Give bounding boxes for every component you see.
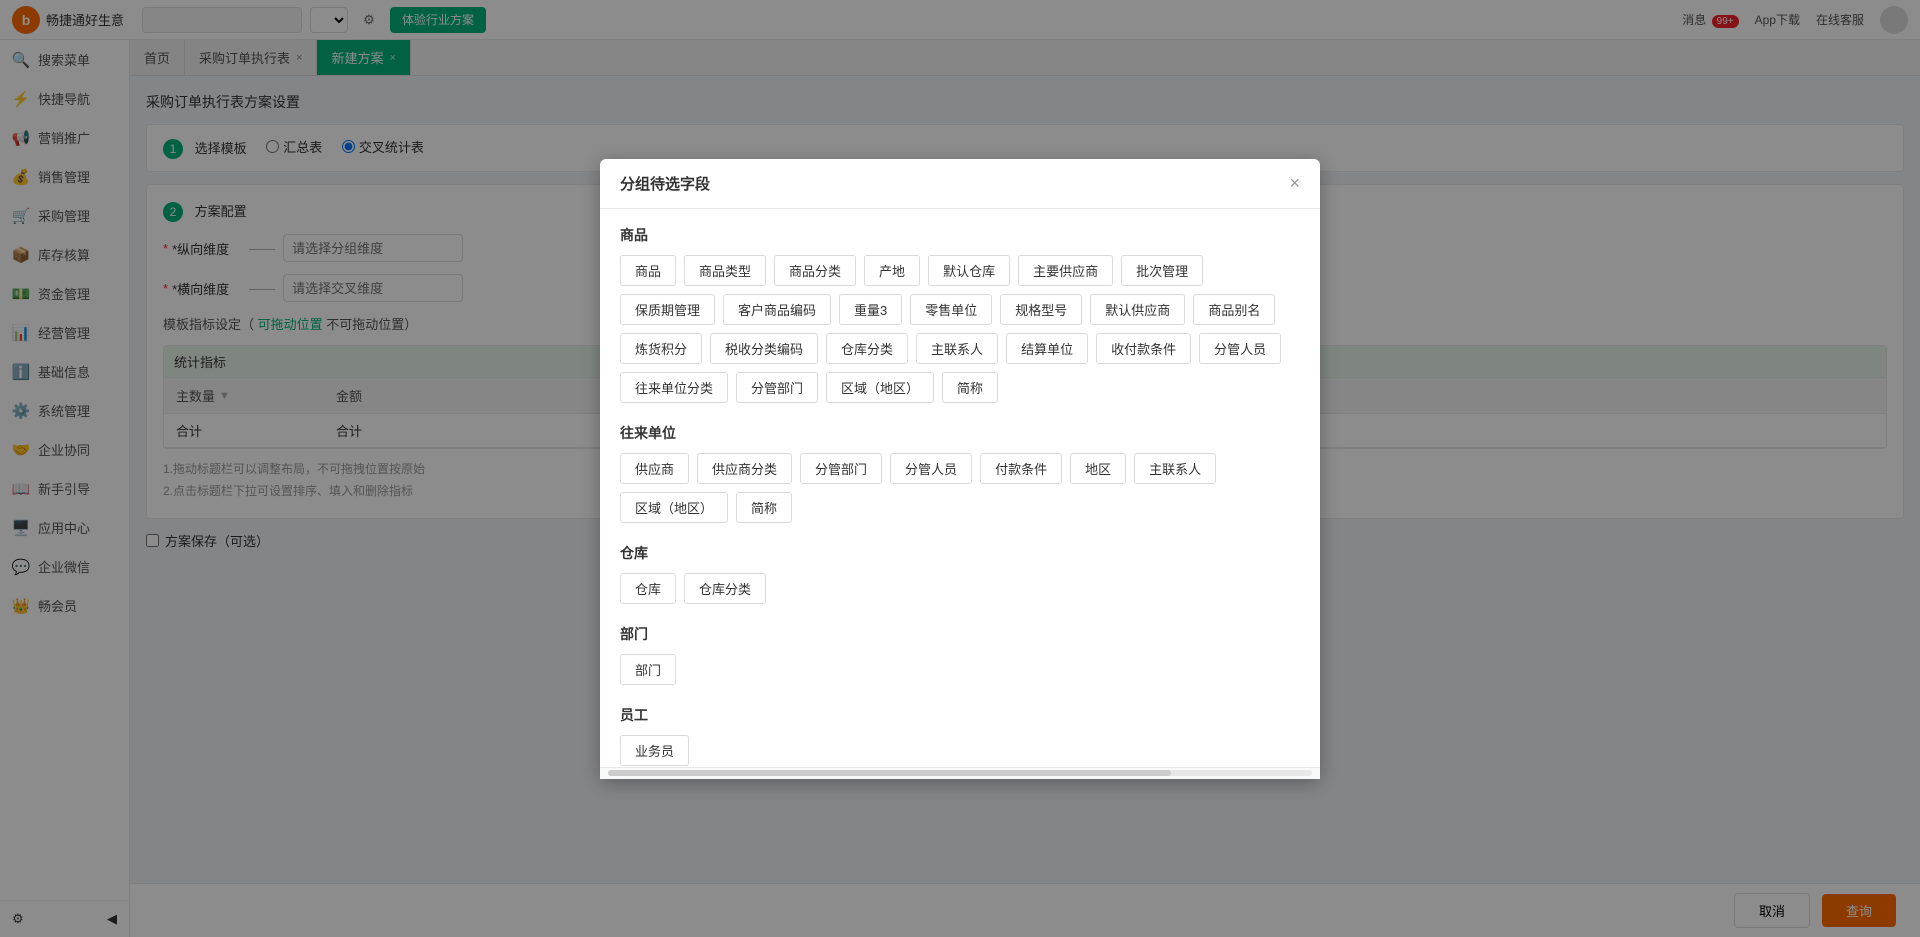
field-tag-1-2[interactable]: 分管部门 [800, 453, 882, 484]
field-tag-0-8[interactable]: 客户商品编码 [723, 294, 831, 325]
field-group-title-4: 员工 [620, 705, 1300, 725]
field-tags-1: 供应商供应商分类分管部门分管人员付款条件地区主联系人区域（地区） 简称 [620, 453, 1300, 523]
field-tag-1-7[interactable]: 区域（地区） [620, 492, 728, 523]
field-tags-0: 商品商品类型商品分类产地默认仓库主要供应商批次管理保质期管理客户商品编码重量3 零… [620, 255, 1300, 403]
field-tag-0-0[interactable]: 商品 [620, 255, 676, 286]
field-tag-0-18[interactable]: 结算单位 [1006, 333, 1088, 364]
field-tag-0-16[interactable]: 仓库分类 [826, 333, 908, 364]
field-tag-1-3[interactable]: 分管人员 [890, 453, 972, 484]
modal-title: 分组待选字段 [620, 173, 710, 194]
field-group-title-3: 部门 [620, 624, 1300, 644]
field-tag-0-2[interactable]: 商品分类 [774, 255, 856, 286]
field-tag-3-0[interactable]: 部门 [620, 654, 676, 685]
field-tag-1-5[interactable]: 地区 [1070, 453, 1126, 484]
field-tag-0-21[interactable]: 往来单位分类 [620, 372, 728, 403]
field-tag-0-1[interactable]: 商品类型 [684, 255, 766, 286]
field-tag-0-17[interactable]: 主联系人 [916, 333, 998, 364]
field-tag-2-0[interactable]: 仓库 [620, 573, 676, 604]
field-group-2: 仓库仓库仓库分类 [620, 543, 1300, 604]
field-tag-0-22[interactable]: 分管部门 [736, 372, 818, 403]
field-tag-0-6[interactable]: 批次管理 [1121, 255, 1203, 286]
field-tag-0-19[interactable]: 收付款条件 [1096, 333, 1191, 364]
field-group-title-1: 往来单位 [620, 423, 1300, 443]
field-tag-1-4[interactable]: 付款条件 [980, 453, 1062, 484]
field-tag-0-9[interactable]: 重量3 [839, 294, 902, 325]
field-tags-2: 仓库仓库分类 [620, 573, 1300, 604]
field-tag-0-13[interactable]: 商品别名 [1193, 294, 1275, 325]
field-tag-0-15[interactable]: 税收分类编码 [710, 333, 818, 364]
modal: 分组待选字段 × 商品商品商品类型商品分类产地默认仓库主要供应商批次管理保质期管… [600, 159, 1320, 779]
field-tag-2-1[interactable]: 仓库分类 [684, 573, 766, 604]
field-tag-0-5[interactable]: 主要供应商 [1018, 255, 1113, 286]
field-tag-1-0[interactable]: 供应商 [620, 453, 689, 484]
field-tags-4: 业务员 [620, 735, 1300, 766]
field-tag-0-7[interactable]: 保质期管理 [620, 294, 715, 325]
field-tag-4-0[interactable]: 业务员 [620, 735, 689, 766]
modal-close-button[interactable]: × [1289, 173, 1300, 194]
field-group-title-2: 仓库 [620, 543, 1300, 563]
field-tag-1-6[interactable]: 主联系人 [1134, 453, 1216, 484]
field-tag-0-20[interactable]: 分管人员 [1199, 333, 1281, 364]
field-tag-1-1[interactable]: 供应商分类 [697, 453, 792, 484]
field-tag-0-4[interactable]: 默认仓库 [928, 255, 1010, 286]
field-group-3: 部门部门 [620, 624, 1300, 685]
field-tag-0-10[interactable]: 零售单位 [910, 294, 992, 325]
field-tag-0-14[interactable]: 炼货积分 [620, 333, 702, 364]
field-group-0: 商品商品商品类型商品分类产地默认仓库主要供应商批次管理保质期管理客户商品编码重量… [620, 225, 1300, 403]
modal-header: 分组待选字段 × [600, 159, 1320, 209]
field-tag-0-23[interactable]: 区域（地区） [826, 372, 934, 403]
field-group-title-0: 商品 [620, 225, 1300, 245]
field-tag-0-3[interactable]: 产地 [864, 255, 920, 286]
modal-scrollbar-area[interactable] [600, 767, 1320, 778]
field-tag-1-8[interactable]: 简称 [736, 492, 792, 523]
field-tags-3: 部门 [620, 654, 1300, 685]
modal-body: 商品商品商品类型商品分类产地默认仓库主要供应商批次管理保质期管理客户商品编码重量… [600, 209, 1320, 768]
modal-overlay: 分组待选字段 × 商品商品商品类型商品分类产地默认仓库主要供应商批次管理保质期管… [0, 0, 1920, 937]
field-tag-0-12[interactable]: 默认供应商 [1090, 294, 1185, 325]
field-tag-0-24[interactable]: 简称 [942, 372, 998, 403]
field-group-1: 往来单位供应商供应商分类分管部门分管人员付款条件地区主联系人区域（地区） 简称 [620, 423, 1300, 523]
field-group-4: 员工业务员 [620, 705, 1300, 766]
field-tag-0-11[interactable]: 规格型号 [1000, 294, 1082, 325]
